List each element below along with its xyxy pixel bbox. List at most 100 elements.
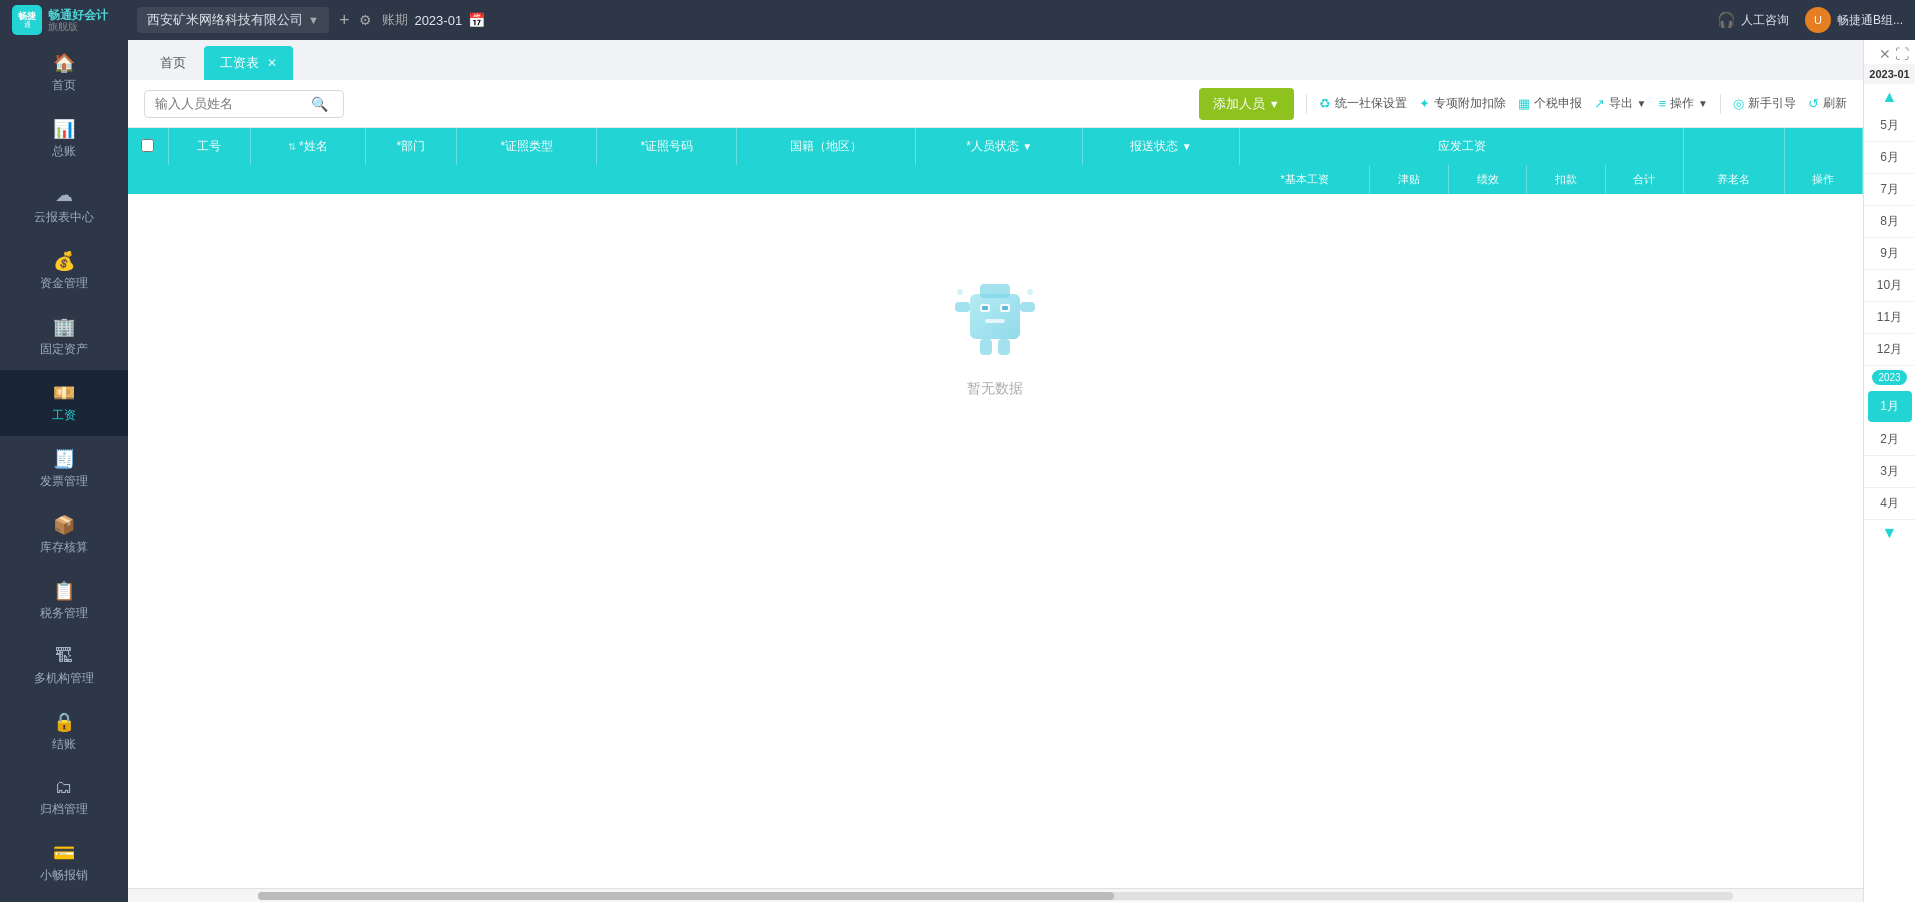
guide-action-icon: ◎ [1733, 96, 1744, 111]
multi-org-icon: 🏗 [55, 646, 73, 667]
month-item-12[interactable]: 12月 [1864, 334, 1915, 366]
month-item-10[interactable]: 10月 [1864, 270, 1915, 302]
username: 畅捷通B组... [1837, 12, 1903, 29]
col-person-status: *人员状态 ▼ [916, 128, 1083, 165]
sidebar-item-settings[interactable]: ⚙ 基础设置 [0, 896, 128, 902]
panel-expand-button[interactable]: ⛶ [1893, 44, 1911, 64]
month-item-jan[interactable]: 1月 [1868, 391, 1912, 422]
month-item-8[interactable]: 8月 [1864, 206, 1915, 238]
col-number: 工号 [168, 128, 250, 165]
col-pension [1684, 128, 1785, 165]
guide-action[interactable]: ◎ 新手引导 [1733, 95, 1796, 112]
col-country: 国籍（地区） [737, 128, 916, 165]
col-checkbox[interactable] [128, 128, 168, 165]
period-label: 账期 [382, 11, 408, 29]
export-dropdown-icon: ▼ [1637, 98, 1647, 109]
sidebar-item-multi-org[interactable]: 🏗 多机构管理 [0, 634, 128, 699]
col-deduct: 扣款 [1527, 165, 1605, 194]
sidebar-item-funds[interactable]: 💰 资金管理 [0, 238, 128, 304]
search-icon: 🔍 [311, 96, 328, 112]
month-item-11[interactable]: 11月 [1864, 302, 1915, 334]
sidebar-item-inventory[interactable]: 📦 库存核算 [0, 502, 128, 568]
refresh-icon: ↺ [1808, 96, 1819, 111]
select-all-checkbox[interactable] [141, 139, 154, 152]
report-status-filter-icon[interactable]: ▼ [1182, 141, 1192, 152]
svg-rect-10 [1020, 302, 1035, 312]
empty-text: 暂无数据 [967, 380, 1023, 398]
add-person-dropdown-icon: ▼ [1269, 98, 1280, 110]
sidebar-item-report[interactable]: ☁ 云报表中心 [0, 172, 128, 238]
assets-icon: 🏢 [53, 316, 75, 338]
sidebar-item-assets[interactable]: 🏢 固定资产 [0, 304, 128, 370]
person-status-filter-icon[interactable]: ▼ [1022, 141, 1032, 152]
refresh-action[interactable]: ↺ 刷新 [1808, 95, 1847, 112]
svg-rect-9 [955, 302, 970, 312]
svg-rect-1 [980, 284, 1010, 298]
add-person-button[interactable]: 添加人员 ▼ [1199, 88, 1294, 120]
month-item-6[interactable]: 6月 [1864, 142, 1915, 174]
table-container[interactable]: 工号 ⇅ *姓名 *部门 *证照类型 *证照号码 国籍（地区） *人员状态 ▼ … [128, 128, 1863, 888]
sidebar-item-invoice[interactable]: 🧾 发票管理 [0, 436, 128, 502]
headset-icon: 🎧 [1717, 11, 1736, 29]
funds-icon: 💰 [53, 250, 75, 272]
month-scroll-up[interactable]: ▲ [1864, 84, 1915, 110]
month-scroll-down[interactable]: ▼ [1864, 520, 1915, 546]
svg-rect-7 [980, 339, 992, 355]
inventory-icon: 📦 [53, 514, 75, 536]
month-item-mar[interactable]: 3月 [1864, 456, 1915, 488]
sidebar-item-ledger[interactable]: 📊 总账 [0, 106, 128, 172]
closing-icon: 🔒 [53, 711, 75, 733]
panel-close-button[interactable]: ✕ [1877, 44, 1893, 64]
tab-home[interactable]: 首页 [144, 46, 202, 80]
calendar-icon[interactable]: 📅 [468, 12, 485, 28]
year-badge: 2023 [1872, 370, 1906, 385]
toolbar-separator1 [1306, 94, 1307, 114]
tax-icon: 📋 [53, 580, 75, 602]
export-action[interactable]: ↗ 导出 ▼ [1594, 95, 1647, 112]
sidebar-item-tax[interactable]: 📋 税务管理 [0, 568, 128, 634]
search-input[interactable] [155, 96, 305, 111]
month-item-apr[interactable]: 4月 [1864, 488, 1915, 520]
month-item-5[interactable]: 5月 [1864, 110, 1915, 142]
sidebar: 🏠 首页 📊 总账 ☁ 云报表中心 💰 资金管理 🏢 固定资产 💴 工资 🧾 发… [0, 40, 128, 902]
empty-state: 暂无数据 [128, 194, 1863, 478]
svg-rect-6 [985, 319, 1005, 323]
sidebar-item-home[interactable]: 🏠 首页 [0, 40, 128, 106]
social-insurance-action[interactable]: ♻ 统一社保设置 [1319, 95, 1407, 112]
toolbar: 🔍 添加人员 ▼ ♻ 统一社保设置 ✦ 专项附加扣除 ▦ [128, 80, 1863, 128]
operate-action[interactable]: ≡ 操作 ▼ [1659, 95, 1709, 112]
month-item-9[interactable]: 9月 [1864, 238, 1915, 270]
col-name: ⇅ *姓名 [250, 128, 365, 165]
expense-icon: 💳 [53, 842, 75, 864]
tax-report-action[interactable]: ▦ 个税申报 [1518, 95, 1582, 112]
month-item-7[interactable]: 7月 [1864, 174, 1915, 206]
sidebar-item-closing[interactable]: 🔒 结账 [0, 699, 128, 765]
sidebar-item-archive[interactable]: 🗂 归档管理 [0, 765, 128, 830]
service-button[interactable]: 🎧 人工咨询 [1717, 11, 1789, 29]
col-id-no: *证照号码 [597, 128, 737, 165]
search-box[interactable]: 🔍 [144, 90, 344, 118]
month-item-feb[interactable]: 2月 [1864, 424, 1915, 456]
logo: 畅捷 通 畅通好会计 旗舰版 [12, 5, 127, 35]
tab-close-icon[interactable]: ✕ [267, 56, 277, 70]
add-company-button[interactable]: + [339, 10, 350, 31]
tab-salary[interactable]: 工资表 ✕ [204, 46, 293, 80]
export-icon: ↗ [1594, 96, 1605, 111]
toolbar-separator2 [1720, 94, 1721, 114]
special-deduct-action[interactable]: ✦ 专项附加扣除 [1419, 95, 1506, 112]
salary-icon: 💴 [53, 382, 75, 404]
user-profile[interactable]: U 畅捷通B组... [1805, 7, 1903, 33]
svg-rect-5 [1002, 306, 1008, 310]
settings-icon[interactable]: ⚙ [359, 12, 372, 28]
horizontal-scrollbar[interactable] [128, 888, 1863, 902]
tax-report-icon: ▦ [1518, 96, 1530, 111]
company-selector[interactable]: 西安矿米网络科技有限公司 ▼ [137, 7, 329, 33]
col-performance: 绩效 [1448, 165, 1526, 194]
sidebar-item-salary[interactable]: 💴 工资 [0, 370, 128, 436]
deduct-icon: ✦ [1419, 96, 1430, 111]
svg-rect-4 [982, 306, 988, 310]
ledger-icon: 📊 [53, 118, 75, 140]
sidebar-item-expense[interactable]: 💳 小畅报销 [0, 830, 128, 896]
operate-dropdown-icon: ▼ [1698, 98, 1708, 109]
home-icon: 🏠 [53, 52, 75, 74]
